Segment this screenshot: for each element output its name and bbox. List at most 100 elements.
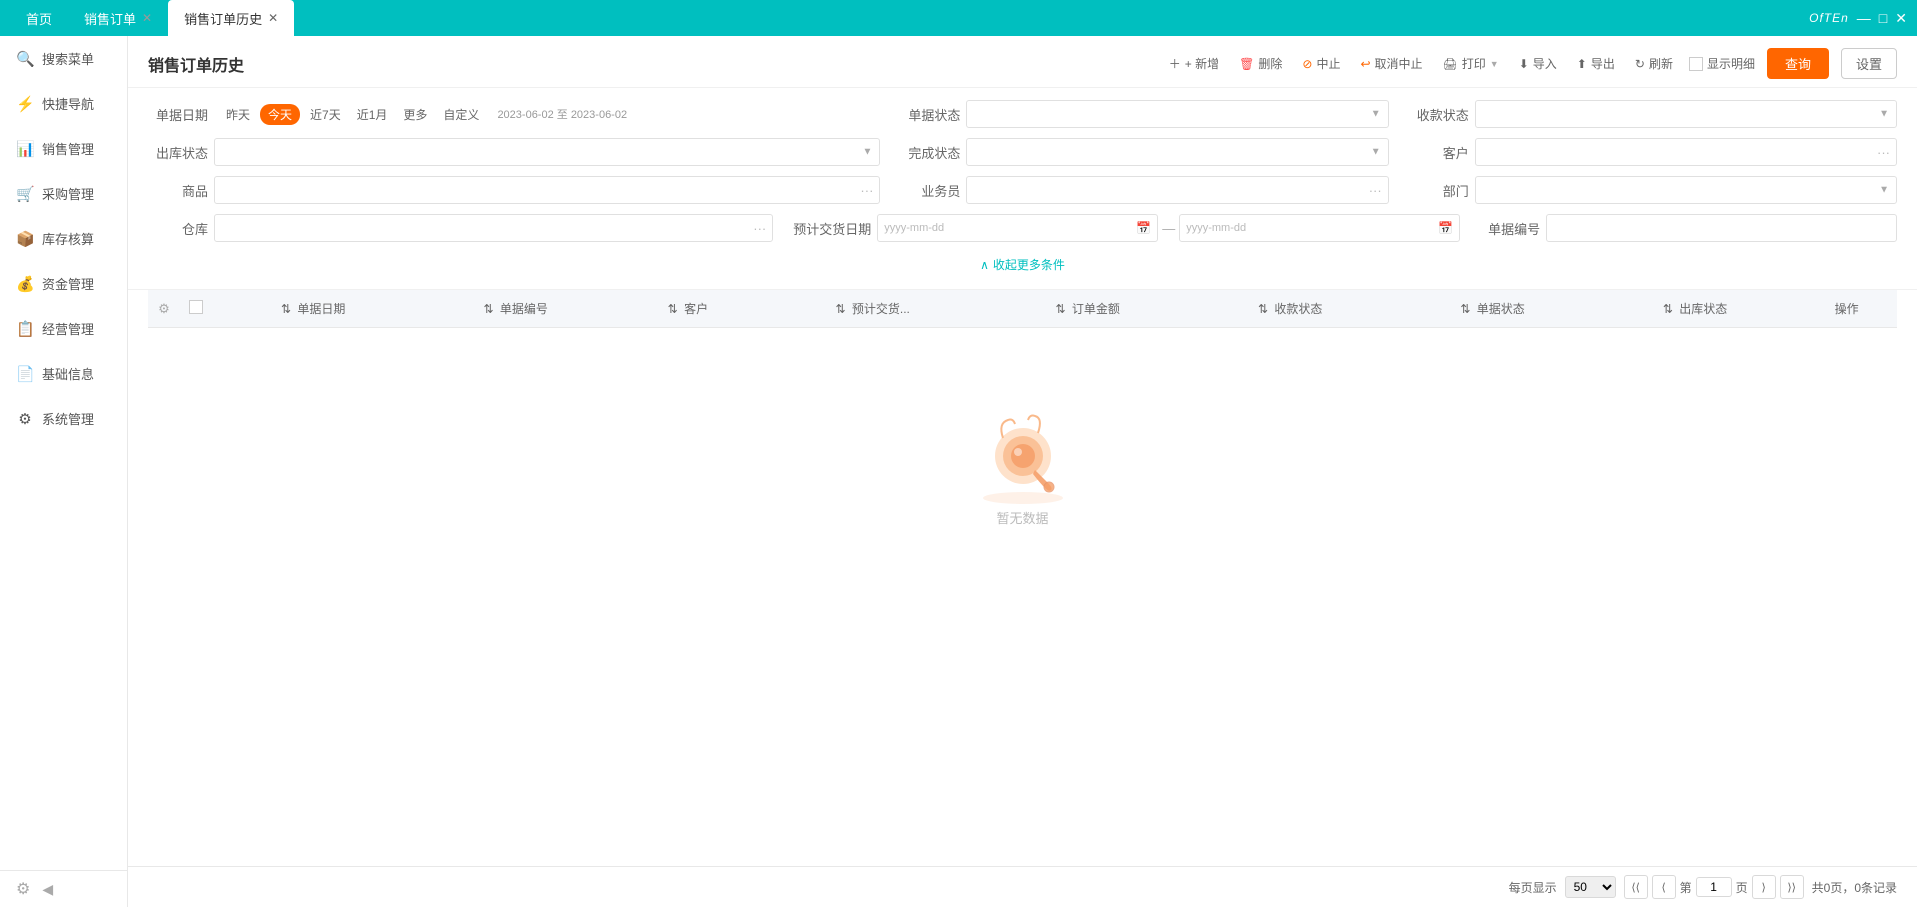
warehouse-input-wrapper[interactable]: ··· (214, 214, 773, 242)
date-btn-yesterday[interactable]: 昨天 (220, 104, 256, 125)
page-size-select[interactable]: 50 10 20 100 (1565, 876, 1616, 898)
date-range-text: 2023-06-02 至 2023-06-02 (497, 106, 627, 122)
page-title: 销售订单历史 (148, 52, 244, 76)
date-btn-custom[interactable]: 自定义 (437, 104, 485, 125)
basic-info-icon: 📄 (16, 365, 34, 383)
salesperson-input-wrapper[interactable]: ··· (966, 176, 1388, 204)
sidebar-item-inventory[interactable]: 📦 库存核算 (0, 216, 127, 261)
tab-sales-history[interactable]: 销售订单历史 ✕ (168, 0, 294, 36)
stop-icon: ⊘ (1302, 57, 1312, 71)
customer-input-wrapper[interactable]: ··· (1475, 138, 1897, 166)
purchase-icon: 🛒 (16, 185, 34, 203)
receipt-status-label: 收款状态 (1409, 105, 1469, 124)
th-voucher-status-sort: ⇅ (1460, 302, 1470, 316)
date-separator: — (1162, 221, 1175, 236)
th-order-amount[interactable]: ⇅ 订单金额 (987, 290, 1189, 328)
th-voucher-number[interactable]: ⇅ 单据编号 (414, 290, 616, 328)
setting-button[interactable]: 设置 (1841, 48, 1897, 79)
total-text: 共0页，0条记录 (1812, 879, 1897, 896)
th-receipt-status-sort: ⇅ (1258, 302, 1268, 316)
sidebar-item-operation[interactable]: 📋 经营管理 (0, 306, 127, 351)
tab-home[interactable]: 首页 (10, 0, 68, 36)
goods-dots: ··· (860, 183, 873, 198)
th-order-amount-sort: ⇅ (1056, 302, 1066, 316)
tab-sales-order-label: 销售订单 (84, 9, 136, 28)
top-bar: 首页 销售订单 ✕ 销售订单历史 ✕ OfTEn — □ ✕ (0, 0, 1917, 36)
date-range-wrapper: yyyy-mm-dd 📅 — yyyy-mm-dd 📅 (877, 214, 1460, 242)
delivery-end-input[interactable]: yyyy-mm-dd 📅 (1179, 214, 1460, 242)
goods-input-wrapper[interactable]: ··· (214, 176, 880, 204)
stop-btn[interactable]: ⊘ 中止 (1298, 53, 1344, 74)
th-out-status[interactable]: ⇅ 出库状态 (1594, 290, 1796, 328)
filter-customer: 客户 ··· (1409, 138, 1897, 166)
sidebar-item-system[interactable]: ⚙ 系统管理 (0, 396, 127, 441)
filter-estimated-delivery: 预计交货日期 yyyy-mm-dd 📅 — yyyy-mm-dd 📅 (793, 214, 1460, 242)
delivery-start-input[interactable]: yyyy-mm-dd 📅 (877, 214, 1158, 242)
sidebar-item-quick-nav[interactable]: ⚡ 快捷导航 (0, 81, 127, 126)
close-btn[interactable]: ✕ (1895, 10, 1907, 27)
collapse-row[interactable]: ∧ 收起更多条件 (148, 252, 1897, 277)
print-btn[interactable]: 🖨 打印 ▼ (1439, 53, 1503, 74)
select-all-checkbox[interactable] (189, 300, 203, 314)
customer-label: 客户 (1409, 143, 1469, 162)
minimize-btn[interactable]: — (1857, 10, 1871, 26)
complete-status-label: 完成状态 (900, 143, 960, 162)
date-btn-more[interactable]: 更多 (397, 104, 433, 125)
tab-sales-order-close[interactable]: ✕ (142, 11, 152, 25)
date-btn-today[interactable]: 今天 (260, 104, 300, 125)
sidebar-item-finance[interactable]: 💰 资金管理 (0, 261, 127, 306)
page-size-label: 每页显示 (1509, 879, 1557, 896)
page-num-input[interactable]: 1 (1696, 877, 1732, 897)
department-select[interactable] (1475, 176, 1897, 204)
display-detail-checkbox[interactable] (1689, 57, 1703, 71)
tab-sales-history-label: 销售订单历史 (184, 9, 262, 28)
th-voucher-status[interactable]: ⇅ 单据状态 (1391, 290, 1593, 328)
next-page-btn[interactable]: ⟩ (1752, 875, 1776, 899)
import-btn[interactable]: ⬇ 导入 (1515, 53, 1561, 74)
display-detail-wrapper: 显示明细 (1689, 55, 1755, 72)
new-btn[interactable]: ＋ + 新增 (1165, 53, 1223, 74)
filter-receipt-status: 收款状态 ▼ (1409, 100, 1897, 128)
tab-sales-order[interactable]: 销售订单 ✕ (68, 0, 168, 36)
display-detail-label: 显示明细 (1707, 55, 1755, 72)
tab-sales-history-close[interactable]: ✕ (268, 11, 278, 25)
import-icon: ⬇ (1519, 57, 1529, 71)
th-estimated-delivery[interactable]: ⇅ 预计交货... (759, 290, 987, 328)
sidebar-item-basic-info[interactable]: 📄 基础信息 (0, 351, 127, 396)
complete-status-select[interactable] (966, 138, 1388, 166)
import-label: 导入 (1533, 55, 1557, 72)
sidebar-collapse-icon[interactable]: ◀ (42, 881, 53, 898)
query-button[interactable]: 查询 (1767, 48, 1829, 79)
delete-btn[interactable]: 🗑 删除 (1235, 53, 1286, 74)
th-voucher-date[interactable]: ⇅ 单据日期 (212, 290, 414, 328)
department-label: 部门 (1409, 181, 1469, 200)
system-icon: ⚙ (16, 410, 34, 428)
th-checkbox[interactable] (180, 290, 212, 328)
sidebar-item-purchase[interactable]: 🛒 采购管理 (0, 171, 127, 216)
sidebar-item-system-label: 系统管理 (42, 409, 94, 428)
sidebar-item-sales[interactable]: 📊 销售管理 (0, 126, 127, 171)
cancel-stop-btn[interactable]: ↩ 取消中止 (1356, 53, 1426, 74)
th-settings[interactable]: ⚙ (148, 290, 180, 328)
receipt-status-select[interactable] (1475, 100, 1897, 128)
out-status-select-wrapper: ▼ (214, 138, 880, 166)
sidebar-item-quick-nav-label: 快捷导航 (42, 94, 94, 113)
out-status-select[interactable] (214, 138, 880, 166)
inventory-icon: 📦 (16, 230, 34, 248)
th-receipt-status[interactable]: ⇅ 收款状态 (1189, 290, 1391, 328)
date-btn-1month[interactable]: 近1月 (351, 104, 394, 125)
last-page-btn[interactable]: ⟩⟩ (1780, 875, 1804, 899)
date-btn-7days[interactable]: 近7天 (304, 104, 347, 125)
voucher-number-input[interactable] (1546, 214, 1897, 242)
voucher-status-select[interactable] (966, 100, 1388, 128)
print-icon: 🖨 (1443, 57, 1458, 71)
prev-page-btn[interactable]: ⟨ (1652, 875, 1676, 899)
sidebar-item-search-menu[interactable]: 🔍 搜索菜单 (0, 36, 127, 81)
maximize-btn[interactable]: □ (1879, 10, 1887, 26)
th-customer[interactable]: ⇅ 客户 (617, 290, 759, 328)
sidebar-settings-icon[interactable]: ⚙ (16, 879, 30, 899)
export-btn[interactable]: ⬆ 导出 (1573, 53, 1619, 74)
first-page-btn[interactable]: ⟨⟨ (1624, 875, 1648, 899)
refresh-btn[interactable]: ↻ 刷新 (1631, 53, 1677, 74)
th-estimated-delivery-sort: ⇅ (835, 302, 845, 316)
